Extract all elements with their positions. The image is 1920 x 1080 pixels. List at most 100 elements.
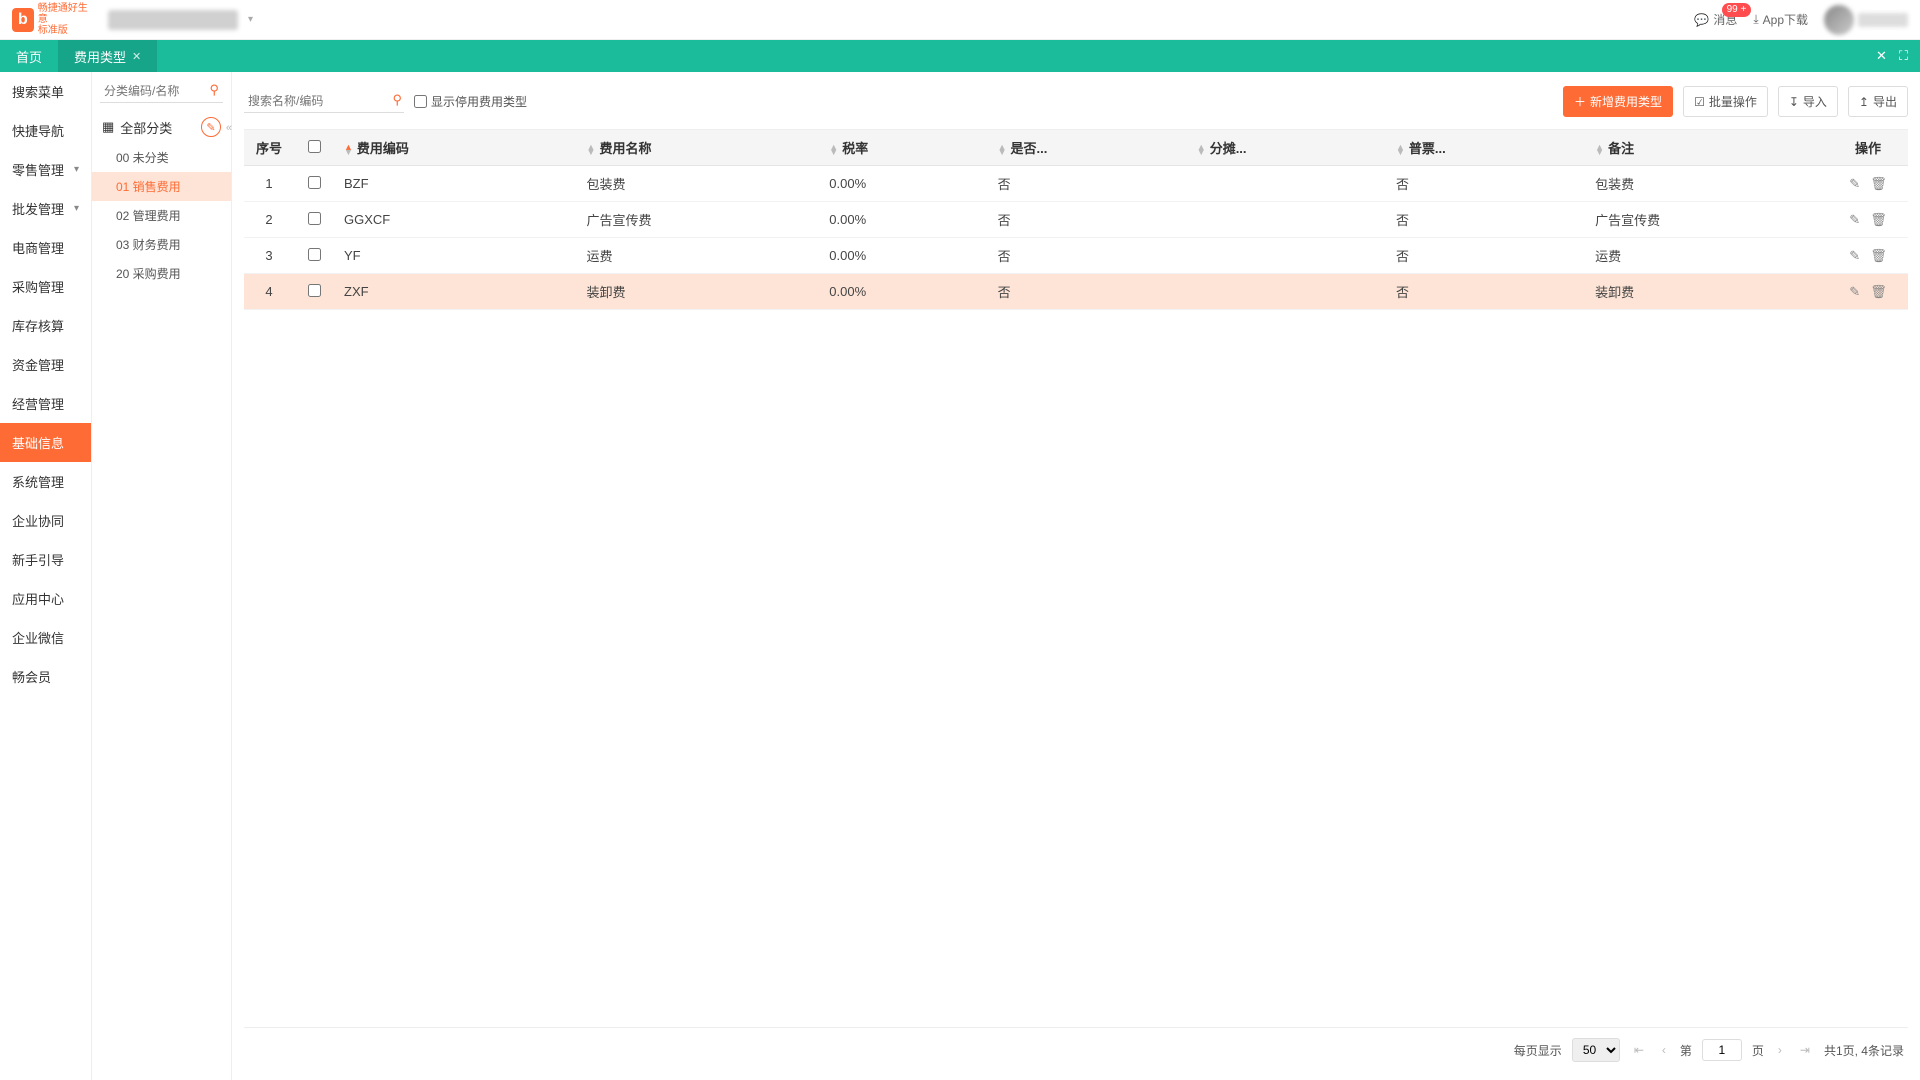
import-icon: ↧ bbox=[1789, 95, 1799, 109]
sidebar-item[interactable]: 经营管理 bbox=[0, 384, 91, 423]
col-operation: 操作 bbox=[1828, 130, 1908, 166]
delete-icon[interactable]: 🗑 bbox=[1870, 176, 1887, 192]
batch-icon: ☑ bbox=[1694, 95, 1705, 109]
edit-icon[interactable]: ✎ bbox=[1849, 176, 1860, 192]
close-icon[interactable]: ✕ bbox=[132, 50, 141, 63]
sidebar-item[interactable]: 快捷导航 bbox=[0, 111, 91, 150]
logo: b 畅捷通好生意 标准版 bbox=[12, 3, 92, 36]
show-disabled-checkbox[interactable]: 显示停用费用类型 bbox=[414, 93, 527, 110]
sidebar-item[interactable]: 系统管理 bbox=[0, 462, 91, 501]
top-header: b 畅捷通好生意 标准版 ▾ 💬 消息 99 + ⤓ App下载 bbox=[0, 0, 1920, 40]
tab-close-button[interactable]: ✕ bbox=[1876, 48, 1887, 64]
sidebar-item[interactable]: 批发管理▾ bbox=[0, 189, 91, 228]
plus-icon: ＋ bbox=[1574, 93, 1586, 110]
per-page-label: 每页显示 bbox=[1514, 1042, 1562, 1059]
row-checkbox[interactable] bbox=[308, 212, 321, 225]
tab-home[interactable]: 首页 bbox=[0, 40, 58, 72]
pagination: 每页显示 50 ⇤ ‹ 第 页 › ⇥ 共1页, 4条记录 bbox=[244, 1027, 1908, 1072]
first-page-button[interactable]: ⇤ bbox=[1630, 1043, 1648, 1057]
sidebar-item[interactable]: 应用中心 bbox=[0, 579, 91, 618]
category-all[interactable]: ▦ 全部分类 ✎ bbox=[92, 111, 231, 143]
page-summary: 共1页, 4条记录 bbox=[1824, 1042, 1904, 1059]
col-flag1[interactable]: ▲▼是否... bbox=[988, 130, 1187, 166]
sidebar-item[interactable]: 搜索菜单 bbox=[0, 72, 91, 111]
export-icon: ↥ bbox=[1859, 95, 1869, 109]
user-menu[interactable] bbox=[1824, 5, 1908, 35]
col-remark[interactable]: ▲▼备注 bbox=[1585, 130, 1828, 166]
logo-text: 畅捷通好生意 标准版 bbox=[38, 3, 92, 36]
sidebar-item[interactable]: 资金管理 bbox=[0, 345, 91, 384]
add-expense-type-button[interactable]: ＋ 新增费用类型 bbox=[1563, 86, 1673, 117]
col-index[interactable]: 序号 bbox=[244, 130, 294, 166]
category-item[interactable]: 02 管理费用 bbox=[92, 201, 231, 230]
export-button[interactable]: ↥ 导出 bbox=[1848, 86, 1908, 117]
sidebar-item[interactable]: 新手引导 bbox=[0, 540, 91, 579]
category-item[interactable]: 03 财务费用 bbox=[92, 230, 231, 259]
search-input[interactable] bbox=[244, 90, 404, 113]
edit-icon[interactable]: ✎ bbox=[1849, 284, 1860, 300]
sidebar-item[interactable]: 零售管理▾ bbox=[0, 150, 91, 189]
messages-link[interactable]: 💬 消息 99 + bbox=[1694, 11, 1737, 28]
per-page-select[interactable]: 50 bbox=[1572, 1038, 1620, 1062]
logo-icon: b bbox=[12, 8, 34, 32]
select-all-checkbox[interactable] bbox=[308, 140, 321, 153]
chevron-down-icon: ▾ bbox=[74, 203, 79, 214]
row-checkbox[interactable] bbox=[308, 248, 321, 261]
table-row[interactable]: 1 BZF 包装费 0.00% 否 否 包装费 ✎ 🗑 bbox=[244, 166, 1908, 202]
delete-icon[interactable]: 🗑 bbox=[1870, 284, 1887, 300]
sidebar-item[interactable]: 畅会员 bbox=[0, 657, 91, 696]
grid-icon: ▦ bbox=[102, 119, 114, 135]
app-download-link[interactable]: ⤓ App下载 bbox=[1753, 11, 1808, 28]
chevron-down-icon: ▾ bbox=[248, 14, 253, 25]
toolbar: ⚲ 显示停用费用类型 ＋ 新增费用类型 ☑ 批量操作 ↧ 导入 bbox=[244, 80, 1908, 129]
category-item[interactable]: 00 未分类 bbox=[92, 143, 231, 172]
sidebar-item[interactable]: 采购管理 bbox=[0, 267, 91, 306]
category-search-input[interactable] bbox=[100, 80, 223, 103]
expense-type-table: 序号 ▲▼费用编码 ▲▼费用名称 ▲▼税率 ▲▼是否... ▲▼分摊... ▲▼… bbox=[244, 130, 1908, 310]
delete-icon[interactable]: 🗑 bbox=[1870, 212, 1887, 228]
category-panel: ⚲ ▦ 全部分类 ✎ « 00 未分类01 销售费用02 管理费用03 财务费用… bbox=[92, 72, 232, 1080]
row-checkbox[interactable] bbox=[308, 284, 321, 297]
category-item[interactable]: 20 采购费用 bbox=[92, 259, 231, 288]
org-selector[interactable]: ▾ bbox=[100, 6, 261, 34]
tabs-bar: 首页 费用类型 ✕ ✕ ⛶ bbox=[0, 40, 1920, 72]
edit-icon[interactable]: ✎ bbox=[1849, 212, 1860, 228]
collapse-panel-icon[interactable]: « bbox=[226, 122, 232, 134]
search-icon[interactable]: ⚲ bbox=[392, 92, 402, 108]
last-page-button[interactable]: ⇥ bbox=[1796, 1043, 1814, 1057]
sidebar-item[interactable]: 库存核算 bbox=[0, 306, 91, 345]
edit-category-button[interactable]: ✎ bbox=[201, 117, 221, 137]
col-code[interactable]: ▲▼费用编码 bbox=[334, 130, 577, 166]
download-icon: ⤓ bbox=[1753, 12, 1758, 27]
page-input[interactable] bbox=[1702, 1039, 1742, 1061]
batch-operate-button[interactable]: ☑ 批量操作 bbox=[1683, 86, 1768, 117]
edit-icon[interactable]: ✎ bbox=[1849, 248, 1860, 264]
table-row[interactable]: 4 ZXF 装卸费 0.00% 否 否 装卸费 ✎ 🗑 bbox=[244, 274, 1908, 310]
col-alloc[interactable]: ▲▼分摊... bbox=[1187, 130, 1386, 166]
chevron-down-icon: ▾ bbox=[74, 164, 79, 175]
import-button[interactable]: ↧ 导入 bbox=[1778, 86, 1838, 117]
prev-page-button[interactable]: ‹ bbox=[1658, 1043, 1670, 1057]
main-sidebar: 搜索菜单快捷导航零售管理▾批发管理▾电商管理采购管理库存核算资金管理经营管理基础… bbox=[0, 72, 92, 1080]
delete-icon[interactable]: 🗑 bbox=[1870, 248, 1887, 264]
fullscreen-icon[interactable]: ⛶ bbox=[1899, 48, 1908, 64]
main-panel: ⚲ 显示停用费用类型 ＋ 新增费用类型 ☑ 批量操作 ↧ 导入 bbox=[232, 72, 1920, 1080]
sidebar-item[interactable]: 基础信息 bbox=[0, 423, 91, 462]
search-icon[interactable]: ⚲ bbox=[209, 82, 219, 98]
avatar bbox=[1824, 5, 1854, 35]
col-checkbox[interactable] bbox=[294, 130, 334, 166]
table-row[interactable]: 3 YF 运费 0.00% 否 否 运费 ✎ 🗑 bbox=[244, 238, 1908, 274]
message-badge: 99 + bbox=[1722, 3, 1752, 17]
col-name[interactable]: ▲▼费用名称 bbox=[577, 130, 820, 166]
sidebar-item[interactable]: 电商管理 bbox=[0, 228, 91, 267]
row-checkbox[interactable] bbox=[308, 176, 321, 189]
col-ticket[interactable]: ▲▼普票... bbox=[1386, 130, 1585, 166]
chat-icon: 💬 bbox=[1694, 13, 1709, 27]
col-rate[interactable]: ▲▼税率 bbox=[819, 130, 987, 166]
table-row[interactable]: 2 GGXCF 广告宣传费 0.00% 否 否 广告宣传费 ✎ 🗑 bbox=[244, 202, 1908, 238]
next-page-button[interactable]: › bbox=[1774, 1043, 1786, 1057]
sidebar-item[interactable]: 企业微信 bbox=[0, 618, 91, 657]
tab-expense-type[interactable]: 费用类型 ✕ bbox=[58, 40, 157, 72]
category-item[interactable]: 01 销售费用 bbox=[92, 172, 231, 201]
sidebar-item[interactable]: 企业协同 bbox=[0, 501, 91, 540]
